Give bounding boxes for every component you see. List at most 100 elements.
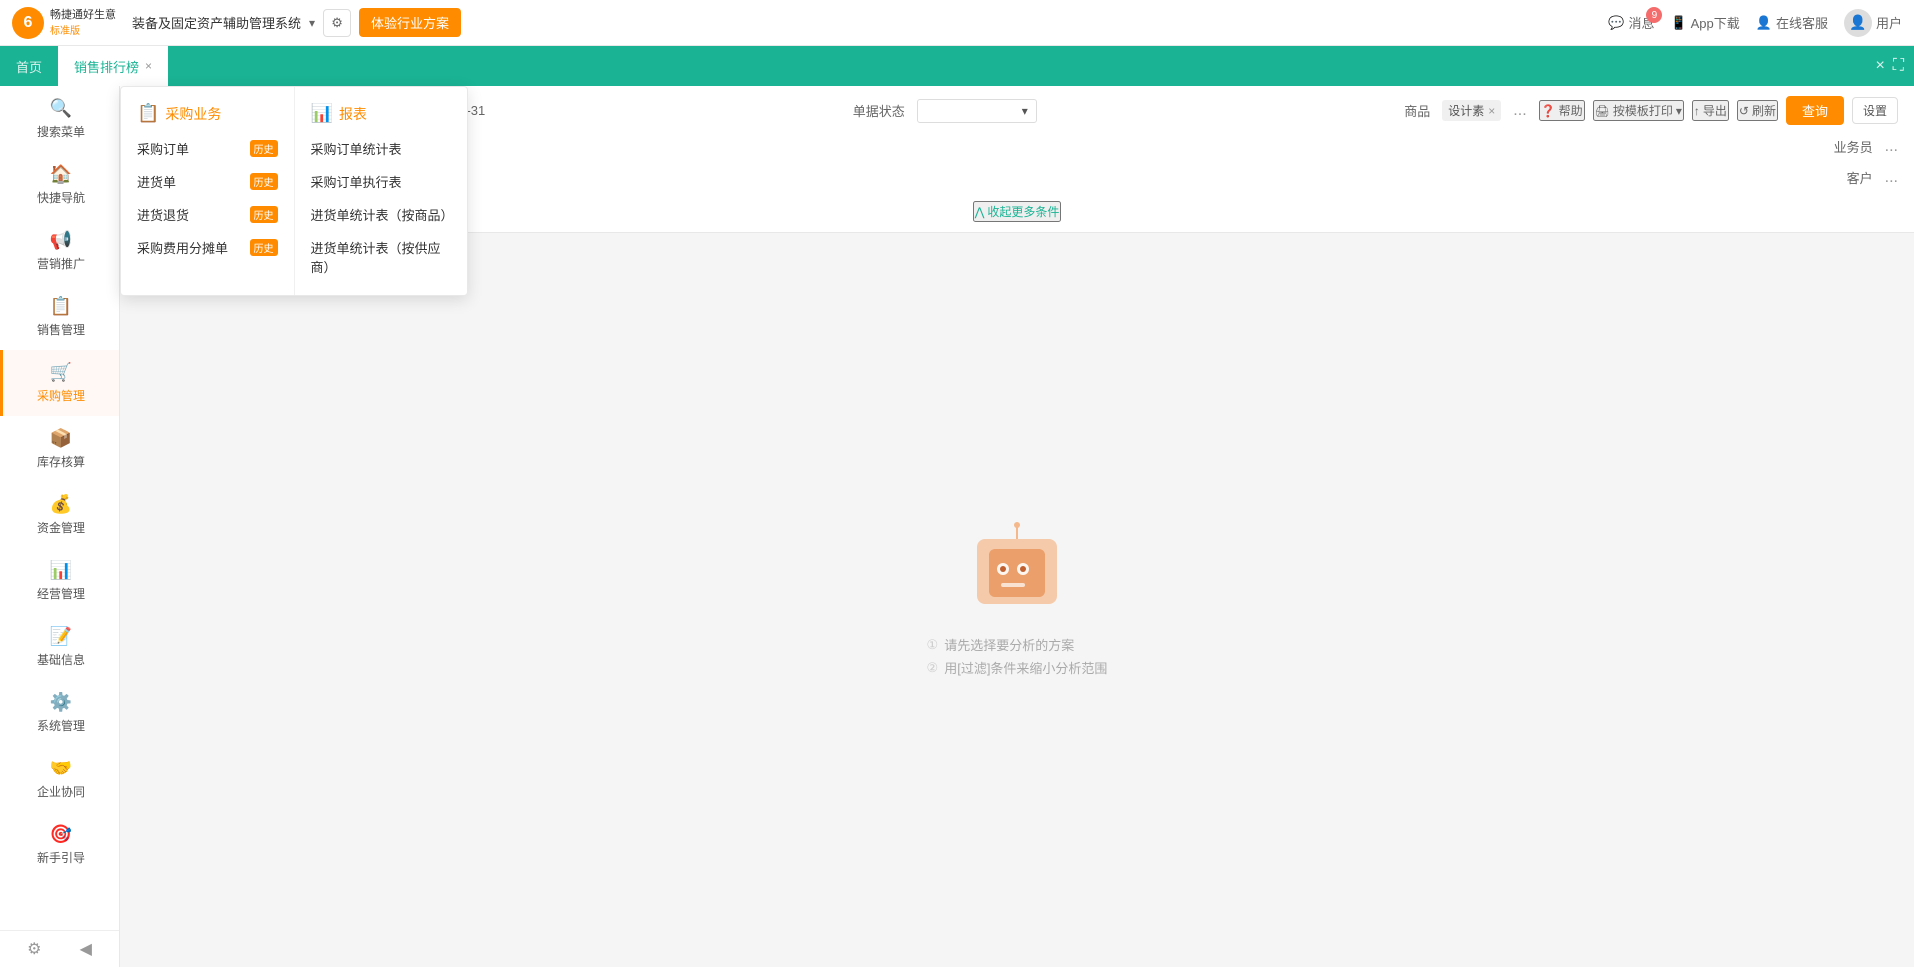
empty-hint-1: 请先选择要分析的方案 — [927, 635, 1108, 654]
customer-dots[interactable]: ... — [1885, 169, 1898, 187]
tab-close-icon[interactable]: × — [145, 59, 152, 73]
menu-item-receipt-stats-supplier[interactable]: 进货单统计表（按供应商） — [295, 231, 468, 283]
refresh-button[interactable]: ↺ 刷新 — [1737, 100, 1778, 121]
sidebar-label-operations: 经营管理 — [37, 585, 85, 602]
app-download-item[interactable]: 📱 App下载 — [1670, 13, 1739, 32]
collapse-label: 收起更多条件 — [987, 203, 1059, 220]
online-service-item[interactable]: 👤 在线客服 — [1756, 13, 1828, 32]
purchase-menu-overlay: 📋 采购业务 采购订单 历史 进货单 历史 进货退货 历史 采购费用分摊单 历史… — [120, 86, 468, 296]
message-icon: 💬 — [1608, 15, 1624, 31]
tab-close-all-icon[interactable]: × — [1875, 57, 1884, 75]
sidebar-label-finance: 资金管理 — [37, 519, 85, 536]
menu-item-purchase-order-label: 采购订单 — [137, 139, 189, 158]
user-avatar: 👤 — [1844, 9, 1872, 37]
menu-item-purchase-receipt[interactable]: 进货单 历史 — [121, 165, 294, 198]
sidebar-item-inventory[interactable]: 📦 库存核算 — [0, 416, 119, 482]
guide-icon: 🎯 — [50, 824, 72, 845]
settings-gear[interactable]: ⚙ — [323, 9, 351, 37]
sidebar-item-guide[interactable]: 🎯 新手引导 — [0, 812, 119, 878]
setting-button[interactable]: 设置 — [1852, 97, 1898, 124]
menu-item-purchase-order[interactable]: 采购订单 历史 — [121, 132, 294, 165]
help-button[interactable]: ❓ 帮助 — [1539, 100, 1585, 121]
marketing-icon: 📢 — [50, 230, 72, 251]
sidebar-label-basic-info: 基础信息 — [37, 651, 85, 668]
home-icon: 🏠 — [50, 164, 72, 185]
menu-item-purchase-expense[interactable]: 采购费用分摊单 历史 — [121, 231, 294, 264]
industry-button[interactable]: 体验行业方案 — [359, 8, 461, 37]
export-button[interactable]: ↑ 导出 — [1692, 100, 1729, 121]
empty-hint-2: 用[过滤]条件来缩小分析范围 — [927, 658, 1108, 677]
header-right: 💬 消息 9 📱 App下载 👤 在线客服 👤 用户 — [1608, 9, 1902, 37]
print-dropdown[interactable]: ▾ — [1676, 104, 1682, 118]
sidebar-item-basic-info[interactable]: 📝 基础信息 — [0, 614, 119, 680]
menu-item-purchase-return[interactable]: 进货退货 历史 — [121, 198, 294, 231]
sys-title-dropdown[interactable]: ▾ — [309, 16, 315, 30]
message-badge: 9 — [1646, 7, 1662, 23]
logo-text-block: 畅捷通好生意 标准版 — [50, 8, 116, 37]
refresh-icon: ↺ — [1739, 104, 1749, 118]
purchase-menu-right-title: 📊 报表 — [295, 99, 468, 132]
sidebar-collapse-btn[interactable]: ◀ — [80, 939, 92, 959]
app-label: App下载 — [1691, 13, 1740, 32]
sidebar-item-system[interactable]: ⚙️ 系统管理 — [0, 680, 119, 746]
menu-item-receipt-stats-goods-label: 进货单统计表（按商品） — [311, 205, 452, 224]
export-label: 导出 — [1703, 102, 1727, 119]
sidebar-settings-btn[interactable]: ⚙ — [27, 939, 41, 959]
help-icon: ❓ — [1541, 104, 1556, 118]
salesperson-dots[interactable]: ... — [1885, 138, 1898, 156]
tab-fullscreen-icon[interactable]: ⛶ — [1893, 57, 1904, 75]
menu-item-order-exec[interactable]: 采购订单执行表 — [295, 165, 468, 198]
menu-item-receipt-stats-supplier-label: 进货单统计表（按供应商） — [311, 238, 452, 276]
enterprise-icon: 🤝 — [50, 758, 72, 779]
tab-home-label: 首页 — [16, 57, 42, 76]
menu-item-purchase-expense-badge: 历史 — [250, 239, 278, 256]
sidebar-item-search[interactable]: 🔍 搜索菜单 — [0, 86, 119, 152]
goods-label: 商品 — [1404, 101, 1430, 120]
salesperson-label: 业务员 — [1834, 137, 1873, 156]
top-header: 6 畅捷通好生意 标准版 装备及固定资产辅助管理系统 ▾ ⚙ 体验行业方案 💬 … — [0, 0, 1914, 46]
tab-home[interactable]: 首页 — [0, 46, 58, 86]
doc-status-select[interactable]: ▾ — [917, 99, 1037, 123]
doc-status-label: 单据状态 — [853, 101, 905, 120]
sidebar-item-purchase[interactable]: 🛒 采购管理 — [0, 350, 119, 416]
query-button[interactable]: 查询 — [1786, 96, 1844, 125]
empty-svg — [957, 519, 1077, 619]
sidebar-item-finance[interactable]: 💰 资金管理 — [0, 482, 119, 548]
menu-item-order-stats-label: 采购订单统计表 — [311, 139, 402, 158]
message-item[interactable]: 💬 消息 9 — [1608, 13, 1654, 32]
basic-info-icon: 📝 — [50, 626, 72, 647]
user-label: 用户 — [1876, 13, 1902, 32]
sidebar-item-operations[interactable]: 📊 经营管理 — [0, 548, 119, 614]
sidebar-label-purchase: 采购管理 — [37, 387, 85, 404]
menu-item-order-stats[interactable]: 采购订单统计表 — [295, 132, 468, 165]
logo-text: 畅捷通好生意 — [50, 8, 116, 22]
sidebar-label-guide: 新手引导 — [37, 849, 85, 866]
collapse-button[interactable]: ⋀ 收起更多条件 — [973, 201, 1062, 222]
purchase-col-title-text: 采购业务 — [165, 104, 221, 124]
print-button[interactable]: 🖨 按模板打印 ▾ — [1593, 100, 1684, 121]
goods-dots[interactable]: ... — [1513, 102, 1526, 120]
purchase-col-icon: 📋 — [137, 103, 159, 124]
customer-label: 客户 — [1847, 168, 1873, 187]
sidebar-item-marketing[interactable]: 📢 营销推广 — [0, 218, 119, 284]
sidebar-item-sales[interactable]: 📋 销售管理 — [0, 284, 119, 350]
logo-badge: 标准版 — [50, 22, 116, 37]
sidebar-label-search: 搜索菜单 — [37, 123, 85, 140]
operations-icon: 📊 — [50, 560, 72, 581]
goods-tag-remove[interactable]: × — [1488, 104, 1495, 118]
empty-hints: 请先选择要分析的方案 用[过滤]条件来缩小分析范围 — [927, 631, 1108, 681]
sidebar-item-quick-nav[interactable]: 🏠 快捷导航 — [0, 152, 119, 218]
menu-item-receipt-stats-goods[interactable]: 进货单统计表（按商品） — [295, 198, 468, 231]
logo-area: 6 畅捷通好生意 标准版 — [12, 7, 132, 39]
sidebar-item-enterprise[interactable]: 🤝 企业协同 — [0, 746, 119, 812]
sidebar-label-inventory: 库存核算 — [37, 453, 85, 470]
menu-item-purchase-return-badge: 历史 — [250, 206, 278, 223]
collapse-up-icon: ⋀ — [975, 205, 985, 219]
print-label: 按模板打印 — [1613, 102, 1673, 119]
sidebar-label-enterprise: 企业协同 — [37, 783, 85, 800]
tab-sales-rank[interactable]: 销售排行榜 × — [58, 46, 168, 86]
doc-status-chevron: ▾ — [1022, 104, 1028, 118]
user-item[interactable]: 👤 用户 — [1844, 9, 1902, 37]
inventory-icon: 📦 — [50, 428, 72, 449]
empty-state: 请先选择要分析的方案 用[过滤]条件来缩小分析范围 — [120, 233, 1914, 967]
